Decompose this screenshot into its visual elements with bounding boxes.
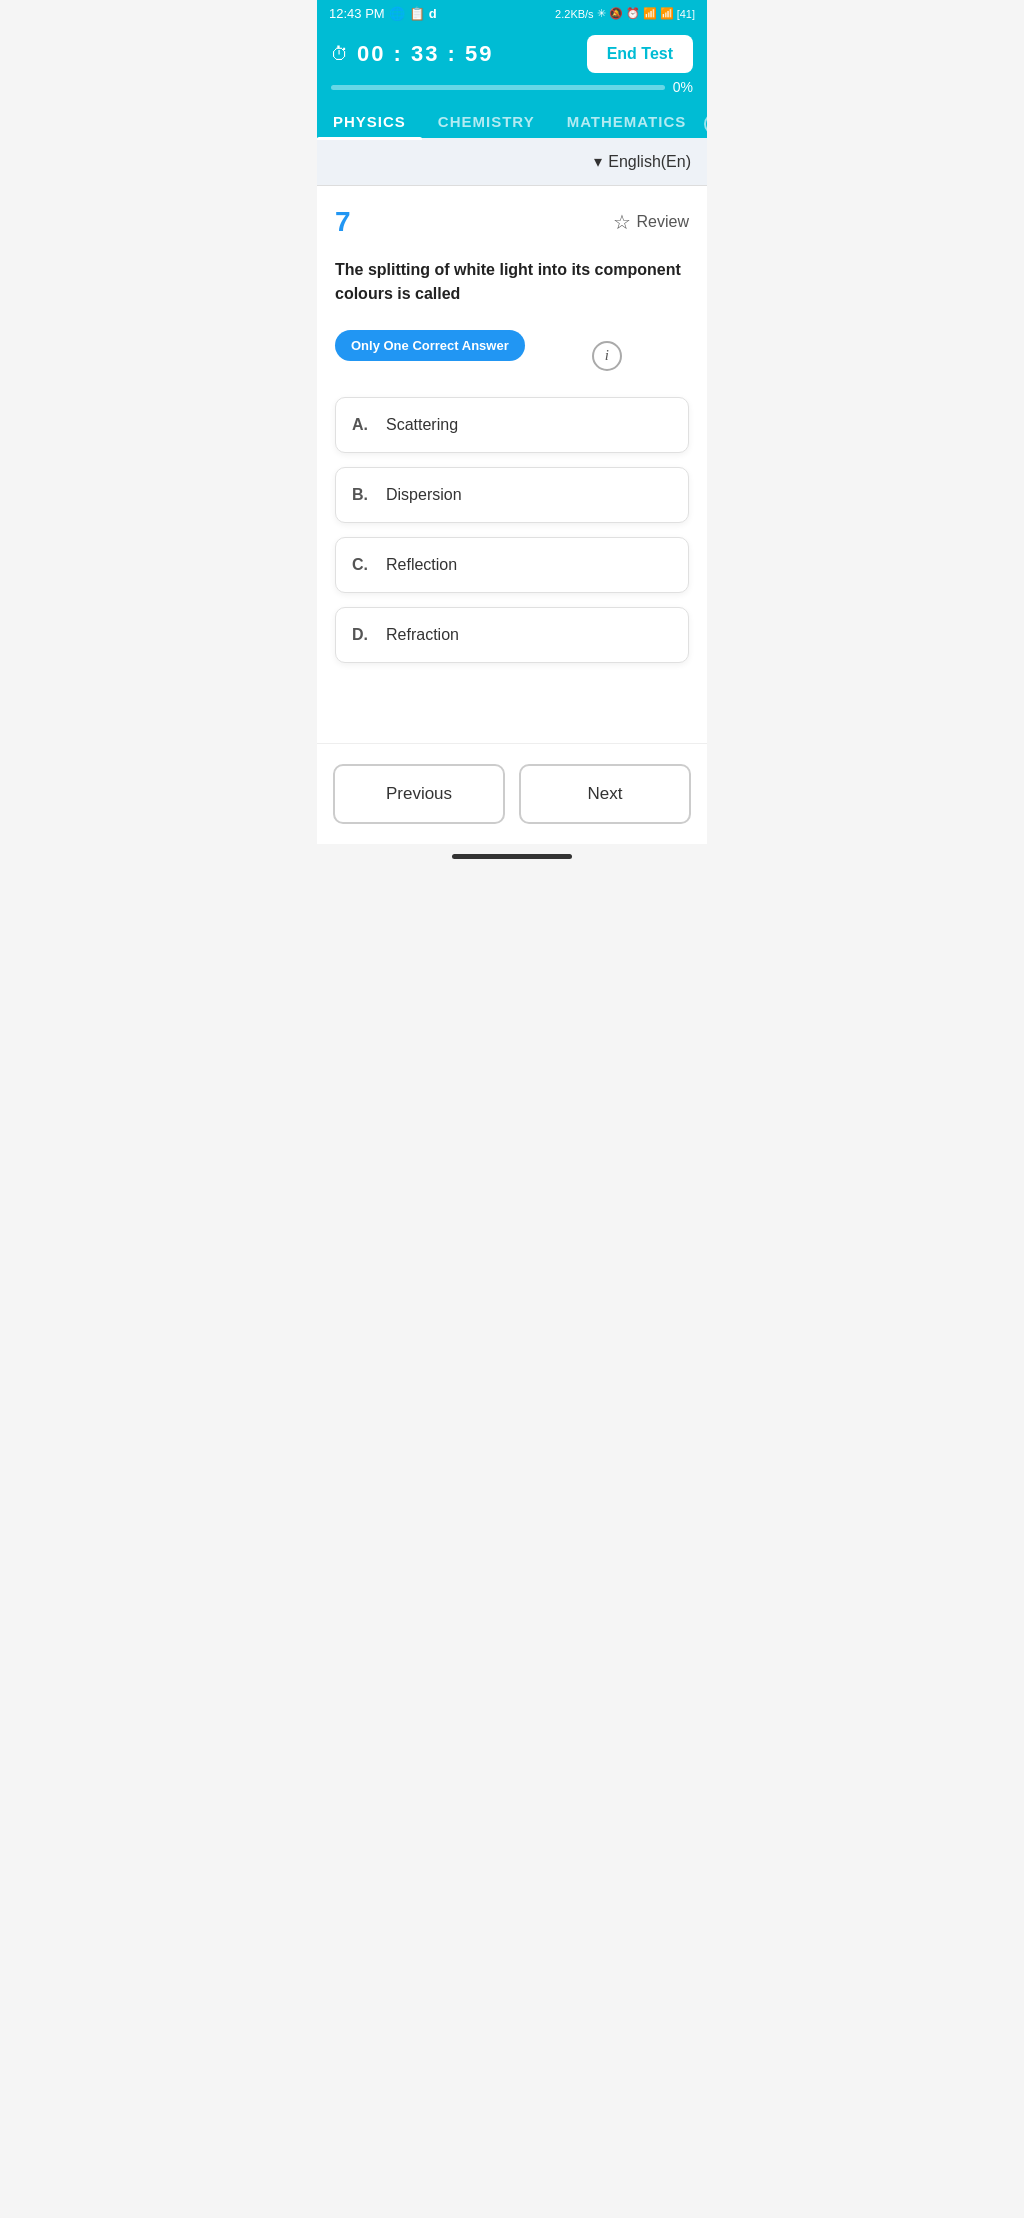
settings-icon: ⚙: [704, 113, 707, 135]
review-label: Review: [637, 213, 689, 231]
progress-bar-track: [331, 85, 665, 90]
wifi-icon: 📶: [660, 7, 674, 20]
network-speed: 2.2KB/s: [555, 8, 594, 20]
next-button[interactable]: Next: [519, 764, 691, 824]
star-icon: ☆: [613, 210, 631, 234]
status-left: 12:43 PM 🌐 📋 d: [329, 6, 437, 21]
timer-icon: ⏱: [331, 44, 349, 65]
option-c[interactable]: C. Reflection: [335, 537, 689, 593]
question-number: 7: [335, 206, 351, 238]
status-bar: 12:43 PM 🌐 📋 d 2.2KB/s ✳ 🔕 ⏰ 📶 📶 [41]: [317, 0, 707, 27]
chevron-down-icon: ▾: [594, 152, 602, 171]
bluetooth-icon: ✳: [597, 7, 606, 20]
question-header: 7 ☆ Review: [335, 206, 689, 238]
option-a-label: A.: [352, 416, 372, 434]
option-d[interactable]: D. Refraction: [335, 607, 689, 663]
status-right: 2.2KB/s ✳ 🔕 ⏰ 📶 📶 [41]: [555, 7, 695, 20]
signal-icon: 📶: [643, 7, 657, 20]
spacer: [335, 663, 689, 723]
question-area: 7 ☆ Review The splitting of white light …: [317, 186, 707, 743]
option-a[interactable]: A. Scattering: [335, 397, 689, 453]
options-list: A. Scattering B. Dispersion C. Reflectio…: [335, 397, 689, 663]
info-icon[interactable]: i: [592, 341, 622, 371]
tab-physics[interactable]: PHYSICS: [317, 105, 422, 138]
answer-type-badge: Only One Correct Answer: [335, 330, 525, 361]
end-test-button[interactable]: End Test: [587, 35, 693, 73]
language-label: English(En): [608, 153, 691, 171]
nav-buttons: Previous Next: [317, 743, 707, 844]
option-b-text: Dispersion: [386, 486, 462, 504]
tab-mathematics[interactable]: MATHEMATICS ⚙: [551, 105, 707, 138]
option-c-label: C.: [352, 556, 372, 574]
option-a-text: Scattering: [386, 416, 458, 434]
mute-icon: 🔕: [609, 7, 623, 20]
progress-bar-container: 0%: [317, 73, 707, 95]
option-c-text: Reflection: [386, 556, 457, 574]
review-button[interactable]: ☆ Review: [613, 210, 689, 234]
home-bar: [452, 854, 572, 859]
language-selector[interactable]: ▾ English(En): [594, 152, 691, 171]
options-header: Only One Correct Answer i: [335, 330, 689, 381]
time-display: 12:43 PM: [329, 6, 385, 21]
tab-chemistry[interactable]: CHEMISTRY: [422, 105, 551, 138]
option-d-text: Refraction: [386, 626, 459, 644]
option-d-label: D.: [352, 626, 372, 644]
alarm-icon: ⏰: [626, 7, 640, 20]
notification-icon: 📋: [409, 6, 425, 21]
progress-percent: 0%: [673, 79, 693, 95]
option-b[interactable]: B. Dispersion: [335, 467, 689, 523]
main-content: ▾ English(En) 7 ☆ Review The splitting o…: [317, 138, 707, 844]
battery-display: [41]: [677, 8, 695, 20]
option-b-label: B.: [352, 486, 372, 504]
timer-left: ⏱ 00 : 33 : 59: [331, 41, 494, 67]
subject-tabs: PHYSICS CHEMISTRY MATHEMATICS ⚙: [317, 95, 707, 138]
previous-button[interactable]: Previous: [333, 764, 505, 824]
question-text: The splitting of white light into its co…: [335, 258, 689, 306]
globe-icon: 🌐: [389, 6, 405, 21]
home-indicator: [317, 844, 707, 869]
language-bar: ▾ English(En): [317, 138, 707, 186]
timer-bar: ⏱ 00 : 33 : 59 End Test: [317, 27, 707, 73]
timer-display: 00 : 33 : 59: [357, 41, 494, 67]
app-icon: d: [429, 6, 437, 21]
